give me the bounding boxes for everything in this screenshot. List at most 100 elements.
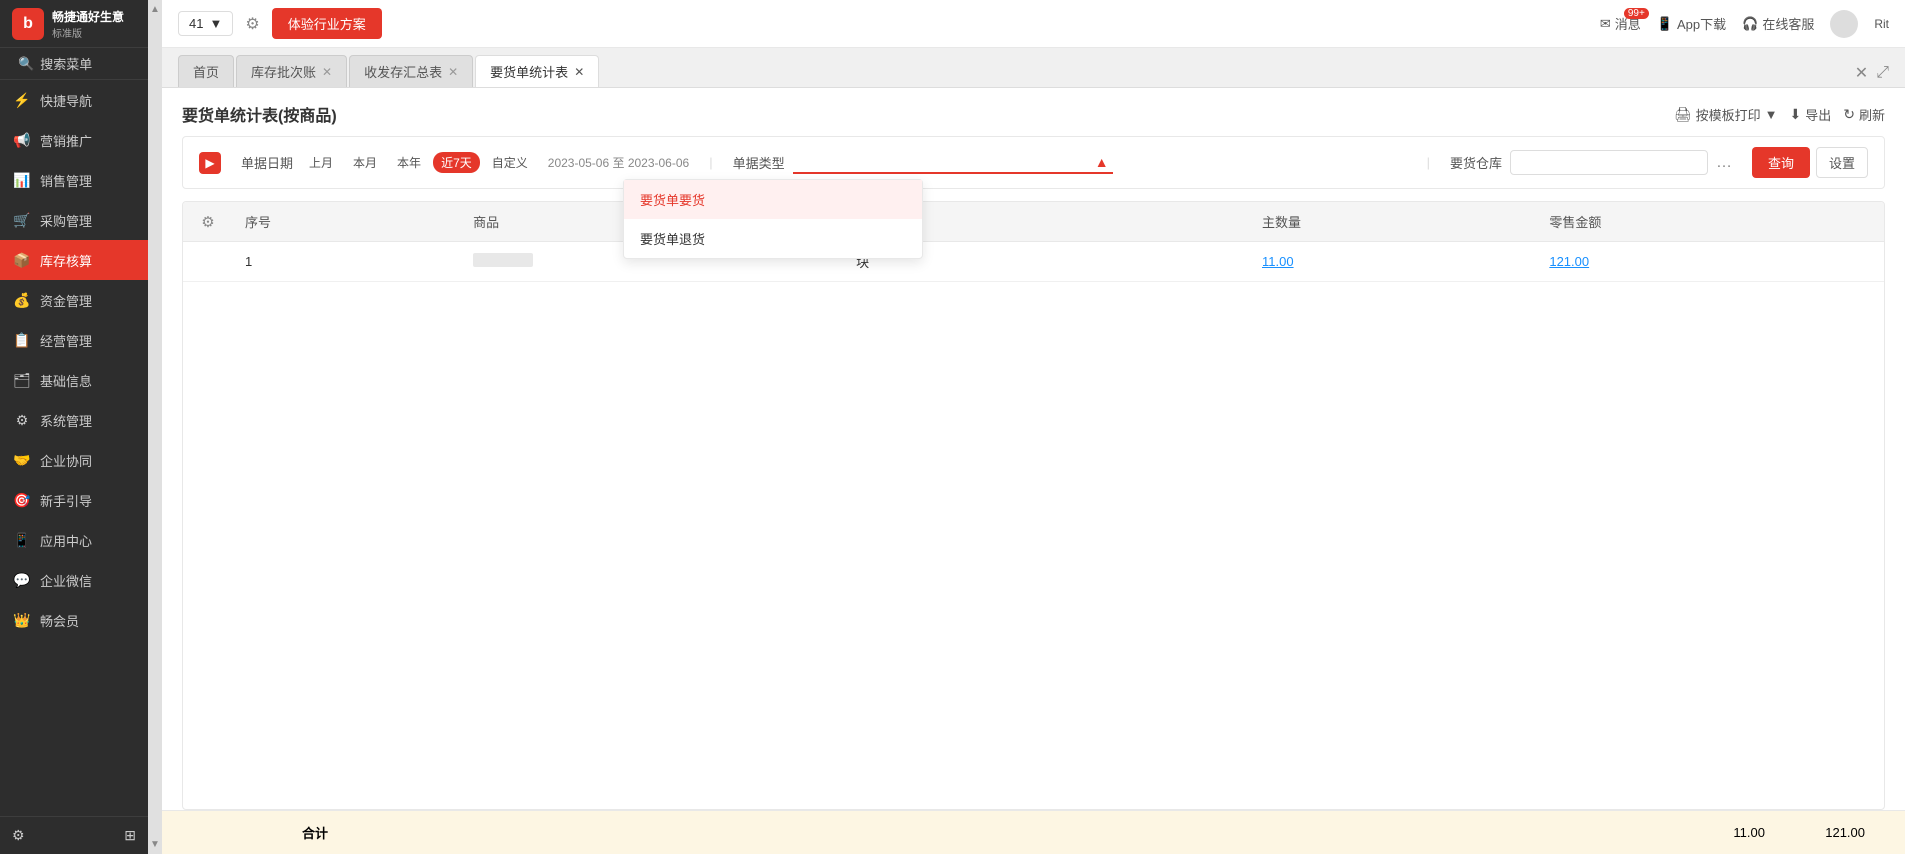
col-amount: 零售金额 <box>1537 202 1884 242</box>
filter-actions: 查询 设置 <box>1752 147 1868 178</box>
phone-icon: 📱 <box>1657 16 1673 32</box>
scroll-down-arrow[interactable]: ▼ <box>150 839 160 850</box>
sidebar-item-inventory[interactable]: 📦 库存核算 <box>0 240 148 280</box>
quick-nav-icon: ⚡ <box>12 90 32 110</box>
settings-footer-icon[interactable]: ⚙ <box>12 827 25 844</box>
sidebar-item-sales[interactable]: 📊 销售管理 <box>0 160 148 200</box>
data-table-wrap: ⚙ 序号 商品 主计量单位 主数量 零售金额 1 <box>182 201 1885 810</box>
app-download-btn[interactable]: 📱 App下载 <box>1657 14 1726 33</box>
operations-icon: 📋 <box>12 330 32 350</box>
sidebar-nav: ⚡ 快捷导航 📢 营销推广 📊 销售管理 🛒 采购管理 📦 库存核算 💰 资金管… <box>0 80 148 816</box>
dropdown-item-order-return[interactable]: 要货单退货 <box>624 219 922 258</box>
window-controls: ✕ ⤢ <box>1855 63 1889 87</box>
wechat-icon: 💬 <box>12 570 32 590</box>
product-placeholder <box>473 253 533 267</box>
chevron-down-icon: ▼ <box>209 16 222 31</box>
sidebar-item-enterprise[interactable]: 🤝 企业协同 <box>0 440 148 480</box>
row-index: 1 <box>233 242 461 282</box>
search-icon: 🔍 <box>18 56 34 72</box>
tab-home[interactable]: 首页 <box>178 55 234 87</box>
print-chevron-icon: ▼ <box>1765 107 1778 122</box>
window-maximize-icon[interactable]: ⤢ <box>1876 64 1889 82</box>
filter-expand-btn[interactable]: ▶ <box>199 152 221 174</box>
gear-icon[interactable]: ⚙ <box>201 214 214 231</box>
query-btn[interactable]: 查询 <box>1752 147 1810 178</box>
summary-quantity: 11.00 <box>1685 825 1785 840</box>
tab-inventory-batch[interactable]: 库存批次账 ✕ <box>236 55 347 87</box>
date-filter-group: 单据日期 上月 本月 本年 近7天 自定义 2023-05-06 至 2023-… <box>241 152 689 173</box>
collapse-icon[interactable]: ⊞ <box>124 827 136 844</box>
logo-text: 畅捷通好生意 标准版 <box>52 8 124 40</box>
row-quantity: 11.00 <box>1250 242 1537 282</box>
date-pill-recent7[interactable]: 近7天 <box>433 152 480 173</box>
purchase-icon: 🛒 <box>12 210 32 230</box>
search-menu[interactable]: 🔍 搜索菜单 <box>0 48 148 80</box>
col-index: 序号 <box>233 202 461 242</box>
date-pill-this-year[interactable]: 本年 <box>389 152 429 173</box>
page-title: 要货单统计表(按商品) <box>182 102 337 126</box>
sidebar-item-finance[interactable]: 💰 资金管理 <box>0 280 148 320</box>
guide-icon: 🎯 <box>12 490 32 510</box>
print-btn[interactable]: 🖨 按模板打印 ▼ <box>1674 105 1778 124</box>
sidebar-item-guide[interactable]: 🎯 新手引导 <box>0 480 148 520</box>
vip-icon: 👑 <box>12 610 32 630</box>
date-pills: 上月 本月 本年 近7天 自定义 <box>301 152 536 173</box>
row-amount: 121.00 <box>1537 242 1884 282</box>
tab-close-order-stats[interactable]: ✕ <box>574 65 584 79</box>
sidebar-item-wechat[interactable]: 💬 企业微信 <box>0 560 148 600</box>
table-row: 1 块 11.00 121.00 <box>183 242 1884 282</box>
table-header-row: ⚙ 序号 商品 主计量单位 主数量 零售金额 <box>183 202 1884 242</box>
summary-label: 合计 <box>302 823 328 842</box>
sidebar-item-system[interactable]: ⚙ 系统管理 <box>0 400 148 440</box>
headset-icon: 🎧 <box>1742 16 1758 32</box>
refresh-btn[interactable]: ↻ 刷新 <box>1843 105 1885 124</box>
basic-icon: 🗂 <box>12 370 32 390</box>
print-icon: 🖨 <box>1674 106 1692 123</box>
marketing-icon: 📢 <box>12 130 32 150</box>
sidebar-item-appstore[interactable]: 📱 应用中心 <box>0 520 148 560</box>
type-select-wrapper: ▲ <box>793 152 1113 174</box>
sidebar-footer: ⚙ ⊞ <box>0 816 148 854</box>
date-pill-custom[interactable]: 自定义 <box>484 152 536 173</box>
inventory-icon: 📦 <box>12 250 32 270</box>
tab-close-receivable[interactable]: ✕ <box>448 65 458 79</box>
user-avatar[interactable] <box>1830 10 1858 38</box>
sidebar-item-purchase[interactable]: 🛒 采购管理 <box>0 200 148 240</box>
export-icon: ⬇ <box>1790 106 1802 123</box>
company-selector[interactable]: 41 ▼ <box>178 11 233 36</box>
col-quantity: 主数量 <box>1250 202 1537 242</box>
date-pill-this-month[interactable]: 本月 <box>345 152 385 173</box>
warehouse-input[interactable] <box>1510 150 1708 175</box>
filter-bar: ▶ 单据日期 上月 本月 本年 近7天 自定义 2023-05-06 至 202… <box>182 136 1885 189</box>
sidebar-item-operations[interactable]: 📋 经营管理 <box>0 320 148 360</box>
col-gear[interactable]: ⚙ <box>183 202 233 242</box>
page-content: 要货单统计表(按商品) 🖨 按模板打印 ▼ ⬇ 导出 ↻ 刷新 ▶ <box>162 88 1905 854</box>
online-service-btn[interactable]: 🎧 在线客服 <box>1742 14 1814 33</box>
type-filter-group: 单据类型 ▲ <box>733 152 1407 174</box>
trial-btn[interactable]: 体验行业方案 <box>272 8 382 39</box>
scroll-up-arrow[interactable]: ▲ <box>150 4 160 15</box>
sidebar-item-marketing[interactable]: 📢 营销推广 <box>0 120 148 160</box>
enterprise-icon: 🤝 <box>12 450 32 470</box>
warehouse-more-btn[interactable]: … <box>1716 154 1732 172</box>
message-icon: ✉ <box>1600 16 1611 32</box>
date-pill-last-month[interactable]: 上月 <box>301 152 341 173</box>
window-close-icon[interactable]: ✕ <box>1855 63 1868 83</box>
type-select-arrow[interactable]: ▲ <box>1095 154 1109 170</box>
message-btn[interactable]: ✉ 消息 99+ <box>1600 14 1641 33</box>
settings-btn[interactable]: 设置 <box>1816 147 1868 178</box>
type-select-input[interactable] <box>797 154 1095 169</box>
page-header: 要货单统计表(按商品) 🖨 按模板打印 ▼ ⬇ 导出 ↻ 刷新 <box>162 88 1905 136</box>
sidebar-item-quick-nav[interactable]: ⚡ 快捷导航 <box>0 80 148 120</box>
sidebar-item-basic[interactable]: 🗂 基础信息 <box>0 360 148 400</box>
topbar-gear-icon[interactable]: ⚙ <box>245 14 259 34</box>
dropdown-item-order-goods[interactable]: 要货单要货 <box>624 180 922 219</box>
system-icon: ⚙ <box>12 410 32 430</box>
export-btn[interactable]: ⬇ 导出 <box>1790 105 1832 124</box>
tab-close-inventory-batch[interactable]: ✕ <box>322 65 332 79</box>
sidebar-item-vip[interactable]: 👑 畅会员 <box>0 600 148 640</box>
finance-icon: 💰 <box>12 290 32 310</box>
sales-icon: 📊 <box>12 170 32 190</box>
tab-receivable-summary[interactable]: 收发存汇总表 ✕ <box>349 55 473 87</box>
tab-order-stats[interactable]: 要货单统计表 ✕ <box>475 55 599 87</box>
